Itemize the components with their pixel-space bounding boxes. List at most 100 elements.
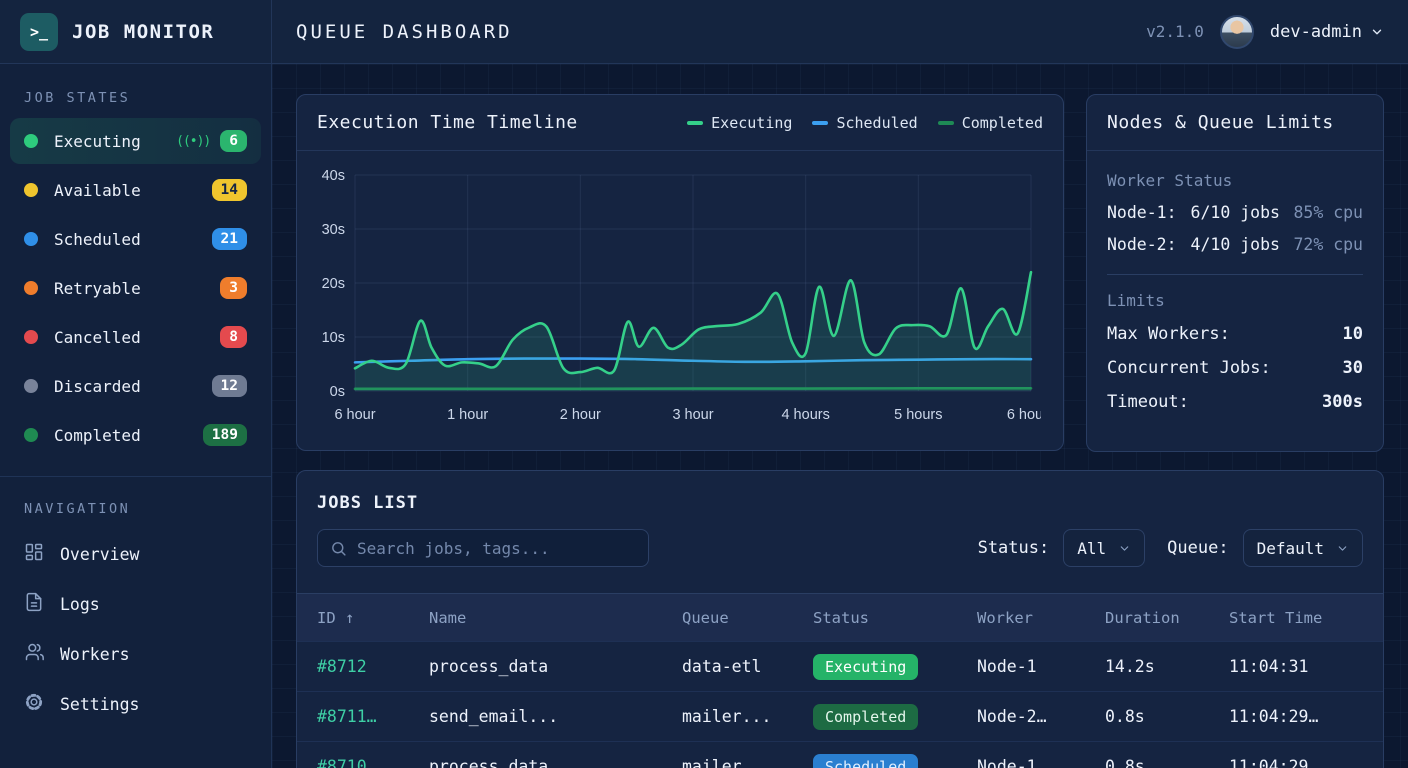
job-id-link[interactable]: #8712 bbox=[317, 657, 429, 676]
status-badge: Executing bbox=[813, 653, 919, 680]
layout-dashboard-icon bbox=[24, 542, 44, 566]
sidebar-item-label: Available bbox=[54, 180, 141, 200]
state-count-badge: 12 bbox=[211, 375, 247, 397]
sidebar-item-label: Executing bbox=[54, 131, 141, 151]
jobs-controls: Status: All Queue: Default bbox=[297, 513, 1383, 567]
legend-swatch bbox=[812, 120, 829, 125]
topbar-main: QUEUE DASHBOARD v2.1.0 dev-admin bbox=[272, 0, 1408, 63]
sidebar-item-settings[interactable]: Settings bbox=[0, 679, 271, 729]
svg-text:4 hours: 4 hours bbox=[781, 407, 829, 423]
limit-row: Max Workers: 10 bbox=[1107, 324, 1363, 344]
table-row[interactable]: #8712 process_data data-etl Executing No… bbox=[297, 641, 1383, 691]
job-duration: 0.8s bbox=[1105, 707, 1145, 726]
legend-swatch bbox=[687, 120, 704, 125]
chevron-down-icon bbox=[1338, 545, 1347, 551]
state-dot bbox=[24, 232, 38, 246]
sidebar-item-workers[interactable]: Workers bbox=[0, 629, 271, 679]
svg-text:3 hour: 3 hour bbox=[672, 407, 713, 423]
nodes-panel-header: Nodes & Queue Limits bbox=[1087, 95, 1383, 151]
sidebar-item-scheduled[interactable]: Scheduled 21 bbox=[10, 216, 261, 262]
node-status-row: Node-1: 6/10 jobs 85% cpu bbox=[1107, 203, 1363, 222]
user-menu[interactable]: dev-admin bbox=[1270, 22, 1384, 42]
legend-swatch bbox=[937, 120, 954, 125]
svg-text:2 hour: 2 hour bbox=[560, 407, 601, 423]
legend-label: Completed bbox=[961, 113, 1043, 132]
sidebar-item-discarded[interactable]: Discarded 12 bbox=[10, 363, 261, 409]
nodes-panel: Nodes & Queue Limits Worker Status Node-… bbox=[1086, 94, 1384, 452]
state-dot bbox=[24, 134, 38, 148]
live-indicator-icon: ((•)) bbox=[176, 133, 211, 149]
state-dot bbox=[24, 330, 38, 344]
table-row[interactable]: #8711… send_email... mailer... Completed… bbox=[297, 691, 1383, 741]
users-icon bbox=[24, 642, 44, 666]
job-name: process_data bbox=[429, 657, 549, 676]
state-count-badge: 21 bbox=[211, 228, 247, 250]
job-start-time: 11:04:31 bbox=[1229, 657, 1309, 676]
execution-time-chart: 0s 10s 20s 30s 40s 6 hour 1 hour 2 hour 3 hour 4 … bbox=[297, 151, 1063, 433]
job-id-link[interactable]: #8711… bbox=[317, 707, 429, 726]
sidebar-item-cancelled[interactable]: Cancelled 8 bbox=[10, 314, 261, 360]
queue-filter-label: Queue: bbox=[1167, 538, 1229, 558]
timeline-panel-title: Execution Time Timeline bbox=[317, 112, 578, 133]
limit-value: 30 bbox=[1342, 358, 1363, 378]
svg-text:20s: 20s bbox=[322, 276, 345, 292]
limit-value: 10 bbox=[1342, 324, 1363, 344]
sidebar-item-label: Discarded bbox=[54, 376, 141, 396]
column-header-id[interactable]: ID ↑ bbox=[317, 609, 429, 627]
table-row[interactable]: #8710 process_data mailer Scheduled Node… bbox=[297, 741, 1383, 768]
sidebar-item-available[interactable]: Available 14 bbox=[10, 167, 261, 213]
limit-row: Timeout: 300s bbox=[1107, 392, 1363, 412]
sidebar-item-overview[interactable]: Overview bbox=[0, 529, 271, 579]
worker-status-heading: Worker Status bbox=[1107, 171, 1233, 190]
search-input[interactable] bbox=[357, 538, 636, 558]
column-header-queue[interactable]: Queue bbox=[682, 609, 813, 627]
avatar[interactable] bbox=[1219, 14, 1254, 49]
job-start-time: 11:04:29… bbox=[1229, 707, 1319, 726]
sidebar-item-logs[interactable]: Logs bbox=[0, 579, 271, 629]
nav-item-label: Overview bbox=[60, 544, 140, 564]
state-dot bbox=[24, 183, 38, 197]
sidebar-item-completed[interactable]: Completed 189 bbox=[10, 412, 261, 458]
topbar-right: v2.1.0 dev-admin bbox=[1146, 14, 1384, 49]
sidebar-item-retryable[interactable]: Retryable 3 bbox=[10, 265, 261, 311]
job-duration: 14.2s bbox=[1105, 657, 1155, 676]
sidebar-item-label: Retryable bbox=[54, 278, 141, 298]
state-dot bbox=[24, 281, 38, 295]
version-label: v2.1.0 bbox=[1146, 22, 1204, 41]
svg-text:40s: 40s bbox=[322, 168, 345, 184]
node-cpu: 72% cpu bbox=[1293, 235, 1363, 254]
node-jobs: 4/10 jobs bbox=[1190, 235, 1280, 254]
search-box bbox=[317, 529, 649, 567]
state-dot bbox=[24, 379, 38, 393]
node-jobs: 6/10 jobs bbox=[1190, 203, 1280, 222]
chevron-down-icon bbox=[1372, 29, 1382, 34]
svg-text:0s: 0s bbox=[330, 384, 345, 400]
search-icon bbox=[332, 541, 346, 556]
nodes-panel-title: Nodes & Queue Limits bbox=[1107, 112, 1334, 133]
state-count-badge: 189 bbox=[202, 424, 247, 446]
svg-text:10s: 10s bbox=[322, 330, 345, 346]
status-filter-select[interactable]: All bbox=[1063, 529, 1146, 567]
job-id-link[interactable]: #8710 bbox=[317, 757, 429, 768]
column-header-worker[interactable]: Worker bbox=[977, 609, 1105, 627]
jobs-list-title: JOBS LIST bbox=[317, 493, 419, 513]
queue-filter-select[interactable]: Default bbox=[1242, 529, 1363, 567]
column-header-duration[interactable]: Duration bbox=[1105, 609, 1229, 627]
job-worker: Node-2… bbox=[977, 707, 1047, 726]
node-name: Node-1: bbox=[1107, 203, 1177, 222]
status-badge: Completed bbox=[813, 703, 919, 730]
sidebar-item-label: Completed bbox=[54, 425, 141, 445]
column-header-name[interactable]: Name bbox=[429, 609, 682, 627]
legend-item-completed: Completed bbox=[937, 113, 1043, 132]
jobs-table: ID ↑ Name Queue Status Worker Duration S… bbox=[297, 593, 1383, 768]
column-header-status[interactable]: Status bbox=[813, 609, 977, 627]
jobs-table-header: ID ↑ Name Queue Status Worker Duration S… bbox=[297, 593, 1383, 641]
status-badge: Scheduled bbox=[813, 753, 919, 768]
job-start-time: 11:04:29 bbox=[1229, 757, 1309, 768]
node-cpu: 85% cpu bbox=[1293, 203, 1363, 222]
state-count-badge: 14 bbox=[211, 179, 247, 201]
nav-item-label: Logs bbox=[60, 594, 100, 614]
sidebar-item-executing[interactable]: Executing ((•)) 6 bbox=[10, 118, 261, 164]
terminal-icon: >_ bbox=[20, 12, 58, 51]
column-header-start-time[interactable]: Start Time bbox=[1229, 609, 1363, 627]
